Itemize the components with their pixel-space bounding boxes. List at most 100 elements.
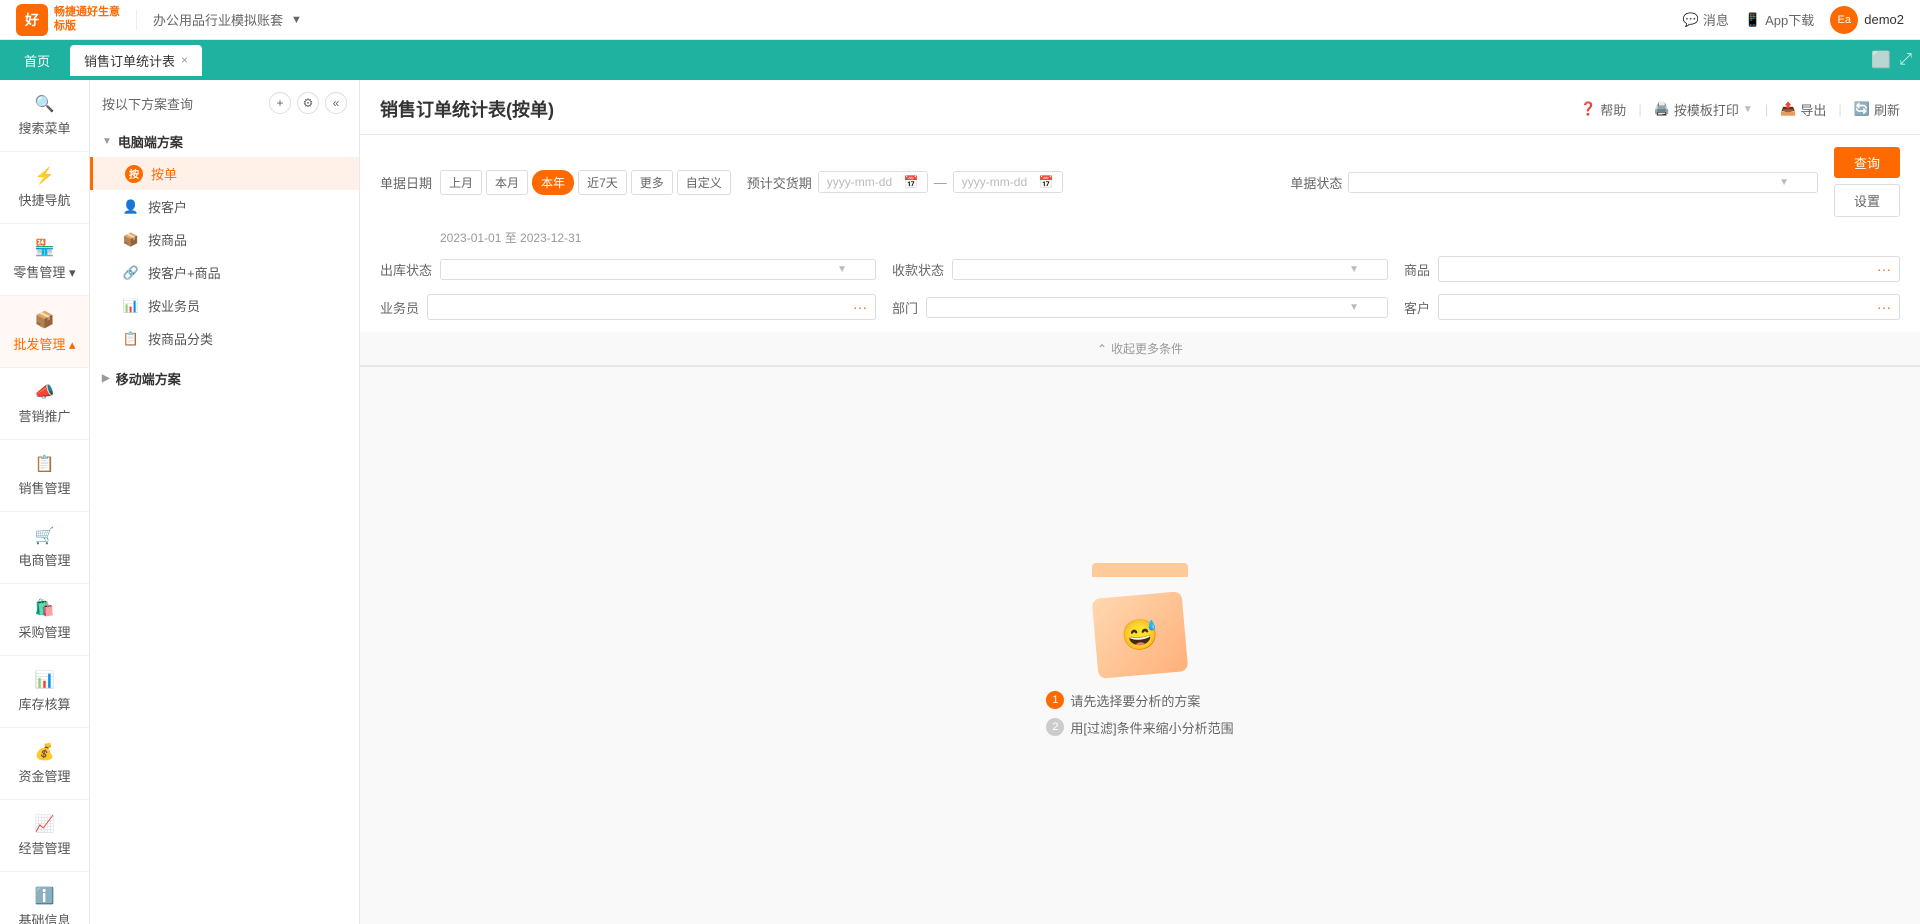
- sidebar-label-search-menu: 搜索菜单: [18, 118, 70, 137]
- sidebar-label-ecom-mgmt: 电商管理: [18, 550, 70, 569]
- pc-schemes-header[interactable]: ▼ 电脑端方案: [90, 126, 359, 157]
- left-panel-settings-btn[interactable]: ⚙: [297, 92, 319, 114]
- by-product-label: 按商品: [148, 230, 187, 249]
- sep3: |: [1838, 102, 1841, 117]
- message-btn[interactable]: 💬 消息: [1683, 10, 1729, 29]
- sidebar-item-sales-mgmt[interactable]: 📋 销售管理: [0, 440, 89, 512]
- print-dropdown-icon: ▼: [1743, 104, 1753, 115]
- date-btn-this-month[interactable]: 本月: [486, 170, 528, 195]
- collapse-bar[interactable]: ⌃ 收起更多条件: [360, 332, 1920, 366]
- customer-label: 客户: [1404, 298, 1430, 317]
- order-status-select[interactable]: ▼: [1348, 172, 1818, 193]
- salesperson-ellipsis: ···: [853, 299, 867, 315]
- tab-close-icon[interactable]: ×: [181, 53, 188, 67]
- sidebar-label-inventory: 库存核算: [18, 694, 70, 713]
- logo-text: 畅捷通好生意 标版: [54, 6, 120, 32]
- settings-btn[interactable]: 设置: [1834, 184, 1900, 217]
- date-btn-last-7-days[interactable]: 近7天: [578, 170, 627, 195]
- app-icon: 📱: [1745, 12, 1761, 28]
- scheme-item-by-order[interactable]: 按 按单: [90, 157, 359, 190]
- department-select[interactable]: ▼: [926, 297, 1388, 318]
- filter-ship-status: 出库状态 ▼: [380, 259, 876, 280]
- mobile-schemes-arrow: ▶: [102, 373, 110, 384]
- empty-illustration: 😅: [1070, 555, 1210, 675]
- date-btn-last-month[interactable]: 上月: [440, 170, 482, 195]
- tab-expand-icon[interactable]: ⤢: [1899, 51, 1912, 69]
- date-btn-custom[interactable]: 自定义: [677, 170, 731, 195]
- scheme-item-by-customer-product[interactable]: 🔗 按客户+商品: [90, 256, 359, 289]
- customer-select[interactable]: ···: [1438, 294, 1900, 320]
- sidebar-label-marketing: 营销推广: [18, 406, 70, 425]
- topbar-dropdown[interactable]: ▼: [291, 14, 302, 26]
- print-icon: 🖨️: [1654, 101, 1670, 117]
- ship-status-select[interactable]: ▼: [440, 259, 876, 280]
- scheme-item-by-customer[interactable]: 👤 按客户: [90, 190, 359, 223]
- export-icon: 📤: [1780, 101, 1796, 117]
- left-panel-add-btn[interactable]: +: [269, 92, 291, 114]
- app-download-btn[interactable]: 📱 App下载: [1745, 10, 1814, 29]
- date-btn-this-year[interactable]: 本年: [532, 170, 574, 195]
- message-icon: 💬: [1683, 12, 1699, 28]
- tab-sales-order-stats[interactable]: 销售订单统计表 ×: [70, 45, 202, 76]
- expected-date-end[interactable]: yyyy-mm-dd 📅: [953, 171, 1063, 193]
- sidebar-item-retail-mgmt[interactable]: 🏪 零售管理 ▾: [0, 224, 89, 296]
- empty-face: 😅: [1120, 615, 1160, 653]
- scheme-item-by-product[interactable]: 📦 按商品: [90, 223, 359, 256]
- logo-icon: 好: [16, 4, 48, 36]
- sidebar-item-quick-nav[interactable]: ⚡ 快捷导航: [0, 152, 89, 224]
- by-order-label: 按单: [151, 164, 177, 183]
- tab-home[interactable]: 首页: [8, 45, 66, 76]
- marketing-icon: 📣: [35, 382, 55, 402]
- template-print-btn[interactable]: 🖨️ 按模板打印 ▼: [1654, 100, 1753, 119]
- sidebar-item-ops-mgmt[interactable]: 📈 经营管理: [0, 800, 89, 872]
- expected-date-start[interactable]: yyyy-mm-dd 📅: [818, 171, 928, 193]
- collapse-btn[interactable]: ⌃ 收起更多条件: [1097, 340, 1183, 357]
- basic-info-icon: ℹ️: [35, 886, 55, 906]
- scheme-item-by-product-category[interactable]: 📋 按商品分类: [90, 322, 359, 355]
- divider: [136, 10, 137, 30]
- empty-hint-2: 2 用[过滤]条件来缩小分析范围: [1046, 718, 1233, 737]
- sidebar-item-inventory[interactable]: 📊 库存核算: [0, 656, 89, 728]
- tabbar-right: ⬜ ⤢: [1871, 50, 1912, 70]
- payment-status-select[interactable]: ▼: [952, 259, 1388, 280]
- filter-product: 商品 ···: [1404, 256, 1900, 282]
- product-label: 商品: [1404, 260, 1430, 279]
- mobile-schemes-header[interactable]: ▶ 移动端方案: [90, 363, 359, 394]
- refresh-icon: 🔄: [1854, 101, 1870, 117]
- export-btn[interactable]: 📤 导出: [1780, 100, 1826, 119]
- salesperson-select[interactable]: ···: [427, 294, 876, 320]
- hint-text-1: 请先选择要分析的方案: [1070, 691, 1200, 710]
- by-order-icon: 按: [125, 165, 143, 183]
- main-layout: 🔍 搜索菜单 ⚡ 快捷导航 🏪 零售管理 ▾ 📦 批发管理 ▴ 📣 营销推广 📋…: [0, 80, 1920, 924]
- sidebar-item-wholesale-mgmt[interactable]: 📦 批发管理 ▴: [0, 296, 89, 368]
- sidebar-item-ecom-mgmt[interactable]: 🛒 电商管理: [0, 512, 89, 584]
- sidebar-item-basic-info[interactable]: ℹ️ 基础信息: [0, 872, 89, 924]
- refresh-btn[interactable]: 🔄 刷新: [1854, 100, 1900, 119]
- left-panel-collapse-btn[interactable]: «: [325, 92, 347, 114]
- ship-status-arrow: ▼: [837, 264, 847, 275]
- filter-row-1: 单据日期 上月 本月 本年 近7天 更多 自定义: [380, 147, 1900, 217]
- sidebar-item-purchase-mgmt[interactable]: 🛍️ 采购管理: [0, 584, 89, 656]
- sidebar-item-finance-mgmt[interactable]: 💰 资金管理: [0, 728, 89, 800]
- sidebar-item-search-menu[interactable]: 🔍 搜索菜单: [0, 80, 89, 152]
- sidebar-item-marketing[interactable]: 📣 营销推广: [0, 368, 89, 440]
- user-area[interactable]: Ea demo2: [1830, 6, 1904, 34]
- scheme-item-by-salesperson[interactable]: 📊 按业务员: [90, 289, 359, 322]
- filter-row-2: 出库状态 ▼ 收款状态 ▼: [380, 256, 1900, 282]
- payment-status-label: 收款状态: [892, 260, 944, 279]
- collapse-label: 收起更多条件: [1111, 340, 1183, 357]
- calendar-icon-start: 📅: [904, 175, 919, 189]
- page-header: 销售订单统计表(按单) ❓ 帮助 | 🖨️ 按模板打印 ▼ | 📤: [360, 80, 1920, 135]
- date-btn-more[interactable]: 更多: [631, 170, 673, 195]
- filter-section: 单据日期 上月 本月 本年 近7天 更多 自定义: [360, 135, 1920, 367]
- hint-text-2: 用[过滤]条件来缩小分析范围: [1070, 718, 1233, 737]
- tab-minimize-icon[interactable]: ⬜: [1871, 50, 1891, 70]
- query-btn[interactable]: 查询: [1834, 147, 1900, 178]
- logo-area: 好 畅捷通好生意 标版: [16, 4, 120, 36]
- by-customer-icon: 👤: [122, 198, 140, 216]
- sidebar-label-quick-nav: 快捷导航: [18, 190, 70, 209]
- help-btn[interactable]: ❓ 帮助: [1580, 100, 1626, 119]
- product-select[interactable]: ···: [1438, 256, 1900, 282]
- settings-icon: ⚙: [303, 96, 314, 110]
- filter-payment-status: 收款状态 ▼: [892, 259, 1388, 280]
